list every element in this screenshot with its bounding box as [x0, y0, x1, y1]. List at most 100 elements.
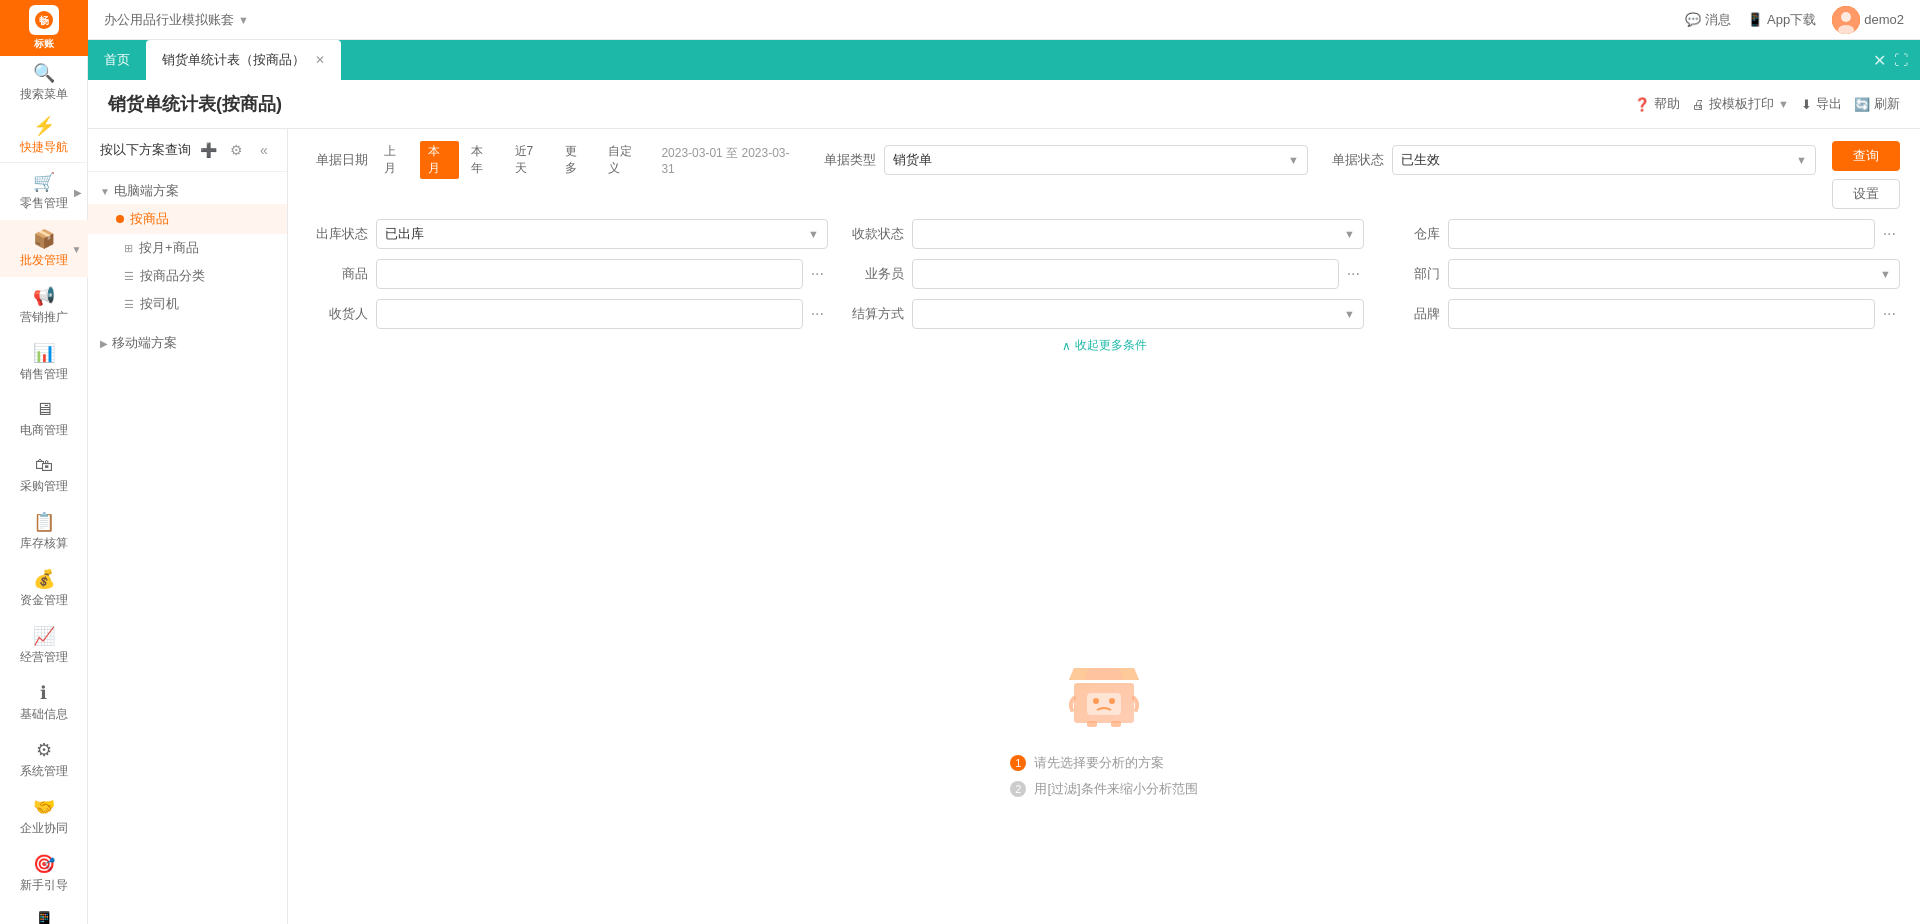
dept-select[interactable]: ▼: [1448, 259, 1900, 289]
brand-input[interactable]: [1448, 299, 1875, 329]
doc-type-value: 销货单: [893, 151, 932, 169]
sidebar-item-retail[interactable]: 🛒 零售管理 ▶: [0, 163, 88, 220]
staff-input[interactable]: [912, 259, 1339, 289]
scheme-sub-item-month-goods[interactable]: ⊞ 按月+商品: [88, 234, 287, 262]
receiver-dots-button[interactable]: ···: [807, 305, 828, 323]
refresh-button[interactable]: 🔄 刷新: [1854, 95, 1900, 113]
settings-button[interactable]: 设置: [1832, 179, 1900, 209]
export-icon: ⬇: [1801, 97, 1812, 112]
sidebar-item-label: 经营管理: [20, 649, 68, 666]
filter-area: 单据日期 上月 本月 本年 近7天 更多 自定义 2023-03-01 至 20…: [288, 129, 1920, 362]
date-label: 单据日期: [308, 151, 376, 169]
driver-icon: ☰: [124, 298, 134, 311]
staff-dots-button[interactable]: ···: [1343, 265, 1364, 283]
tab-close-window-icon[interactable]: ✕: [1873, 51, 1886, 70]
brand-input-area: ···: [1448, 299, 1900, 329]
empty-state: 1 请先选择要分析的方案 2 用[过滤]条件来缩小分析范围: [288, 362, 1920, 924]
query-button[interactable]: 查询: [1832, 141, 1900, 171]
warehouse-dots-button[interactable]: ···: [1879, 225, 1900, 243]
doc-status-select[interactable]: 已生效 ▼: [1392, 145, 1816, 175]
sidebar-item-quick-nav[interactable]: ⚡ 快捷导航: [0, 109, 88, 163]
message-button[interactable]: 💬 消息: [1685, 11, 1731, 29]
svg-point-11: [1109, 698, 1115, 704]
scheme-collapse-button[interactable]: «: [253, 139, 275, 161]
brand-label: 品牌: [1380, 305, 1448, 323]
tab-sales-stat[interactable]: 销货单统计表（按商品） ✕: [146, 40, 341, 80]
scheme-add-button[interactable]: ➕: [197, 139, 219, 161]
settle-chevron-icon: ▼: [1344, 308, 1355, 320]
sidebar-item-finance[interactable]: 💰 资金管理: [0, 560, 88, 617]
svg-text:畅: 畅: [39, 15, 49, 26]
brand-dots-button[interactable]: ···: [1879, 305, 1900, 323]
sidebar-item-newbie[interactable]: 🎯 新手引导: [0, 845, 88, 902]
settle-select[interactable]: ▼: [912, 299, 1364, 329]
filter-row-3: 商品 ··· 业务员 ···: [308, 259, 1900, 289]
empty-tip-2: 2 用[过滤]条件来缩小分析范围: [1010, 780, 1197, 798]
warehouse-input-area: ···: [1448, 219, 1900, 249]
out-status-value: 已出库: [385, 225, 424, 243]
help-button[interactable]: ❓ 帮助: [1634, 95, 1680, 113]
sidebar-item-operations[interactable]: 📈 经营管理: [0, 617, 88, 674]
scheme-group-mobile-header[interactable]: ▶ 移动端方案: [88, 330, 287, 356]
date-tab-last-month[interactable]: 上月: [376, 141, 416, 179]
retail-icon: 🛒: [33, 171, 55, 193]
tab-home[interactable]: 首页: [88, 40, 146, 80]
goods-input[interactable]: [376, 259, 803, 289]
print-dropdown-icon: ▼: [1778, 98, 1789, 110]
goods-label: 商品: [308, 265, 376, 283]
sidebar-item-label: 电商管理: [20, 422, 68, 439]
goods-dots-button[interactable]: ···: [807, 265, 828, 283]
tab-maximize-icon[interactable]: ⛶: [1894, 52, 1908, 68]
scheme-group-desktop-header[interactable]: ▼ 电脑端方案: [88, 178, 287, 204]
sidebar-item-system[interactable]: ⚙ 系统管理: [0, 731, 88, 788]
date-tab-this-month[interactable]: 本月: [420, 141, 460, 179]
scheme-panel-title: 按以下方案查询: [100, 141, 191, 159]
warehouse-input[interactable]: [1448, 219, 1875, 249]
account-name: 办公用品行业模拟账套: [104, 11, 234, 29]
user-name: demo2: [1864, 12, 1904, 27]
sidebar-item-search[interactable]: 🔍 搜索菜单: [0, 56, 88, 109]
sidebar-item-app-center[interactable]: 📱 应用中心: [0, 902, 88, 924]
filter-result-panel: 单据日期 上月 本月 本年 近7天 更多 自定义 2023-03-01 至 20…: [288, 129, 1920, 924]
scheme-item-by-goods[interactable]: 按商品: [88, 204, 287, 234]
avatar: [1832, 6, 1860, 34]
export-button[interactable]: ⬇ 导出: [1801, 95, 1842, 113]
empty-tip-1: 1 请先选择要分析的方案: [1010, 754, 1197, 772]
sidebar-item-label: 营销推广: [20, 309, 68, 326]
sidebar-item-corp-collab[interactable]: 🤝 企业协同: [0, 788, 88, 845]
tab-close-icon[interactable]: ✕: [315, 53, 325, 67]
scheme-settings-button[interactable]: ⚙: [225, 139, 247, 161]
user-menu[interactable]: demo2: [1832, 6, 1904, 34]
receiver-input[interactable]: [376, 299, 803, 329]
sidebar-item-purchase[interactable]: 🛍 采购管理: [0, 447, 88, 503]
date-tab-custom[interactable]: 自定义: [600, 141, 651, 179]
sidebar-item-sales[interactable]: 📊 销售管理: [0, 334, 88, 391]
scheme-sub-item-driver[interactable]: ☰ 按司机: [88, 290, 287, 318]
template-print-button[interactable]: 🖨 按模板打印 ▼: [1692, 95, 1789, 113]
date-tab-more[interactable]: 更多: [557, 141, 597, 179]
sidebar-item-basic-info[interactable]: ℹ 基础信息: [0, 674, 88, 731]
doc-status-filter-group: 单据状态 已生效 ▼: [1324, 145, 1816, 175]
doc-type-select[interactable]: 销货单 ▼: [884, 145, 1308, 175]
doc-type-filter-group: 单据类型 销货单 ▼: [816, 145, 1308, 175]
message-icon: 💬: [1685, 12, 1701, 27]
collapse-filter-button[interactable]: ∧ 收起更多条件: [308, 329, 1900, 362]
date-tab-this-year[interactable]: 本年: [463, 141, 503, 179]
sidebar-item-wholesale[interactable]: 📦 批发管理 ▼: [0, 220, 88, 277]
wholesale-icon: 📦: [33, 228, 55, 250]
out-status-select[interactable]: 已出库 ▼: [376, 219, 828, 249]
sidebar-item-ecommerce[interactable]: 🖥 电商管理: [0, 391, 88, 447]
sidebar-item-inventory[interactable]: 📋 库存核算: [0, 503, 88, 560]
recv-status-select[interactable]: ▼: [912, 219, 1364, 249]
scheme-sub-item-goods-cat[interactable]: ☰ 按商品分类: [88, 262, 287, 290]
dropdown-chevron-icon: ▼: [238, 14, 249, 26]
sidebar-item-marketing[interactable]: 📢 营销推广: [0, 277, 88, 334]
out-status-filter-group: 出库状态 已出库 ▼: [308, 219, 828, 249]
account-selector[interactable]: 办公用品行业模拟账套 ▼: [104, 11, 249, 29]
date-tab-7days[interactable]: 近7天: [507, 141, 553, 179]
svg-rect-13: [1111, 721, 1121, 727]
header-breadcrumb-area: 办公用品行业模拟账套 ▼: [104, 11, 249, 29]
sidebar-item-label: 搜索菜单: [20, 86, 68, 103]
top-header: 办公用品行业模拟账套 ▼ 💬 消息 📱 App下载: [88, 0, 1920, 40]
app-download-button[interactable]: 📱 App下载: [1747, 11, 1816, 29]
